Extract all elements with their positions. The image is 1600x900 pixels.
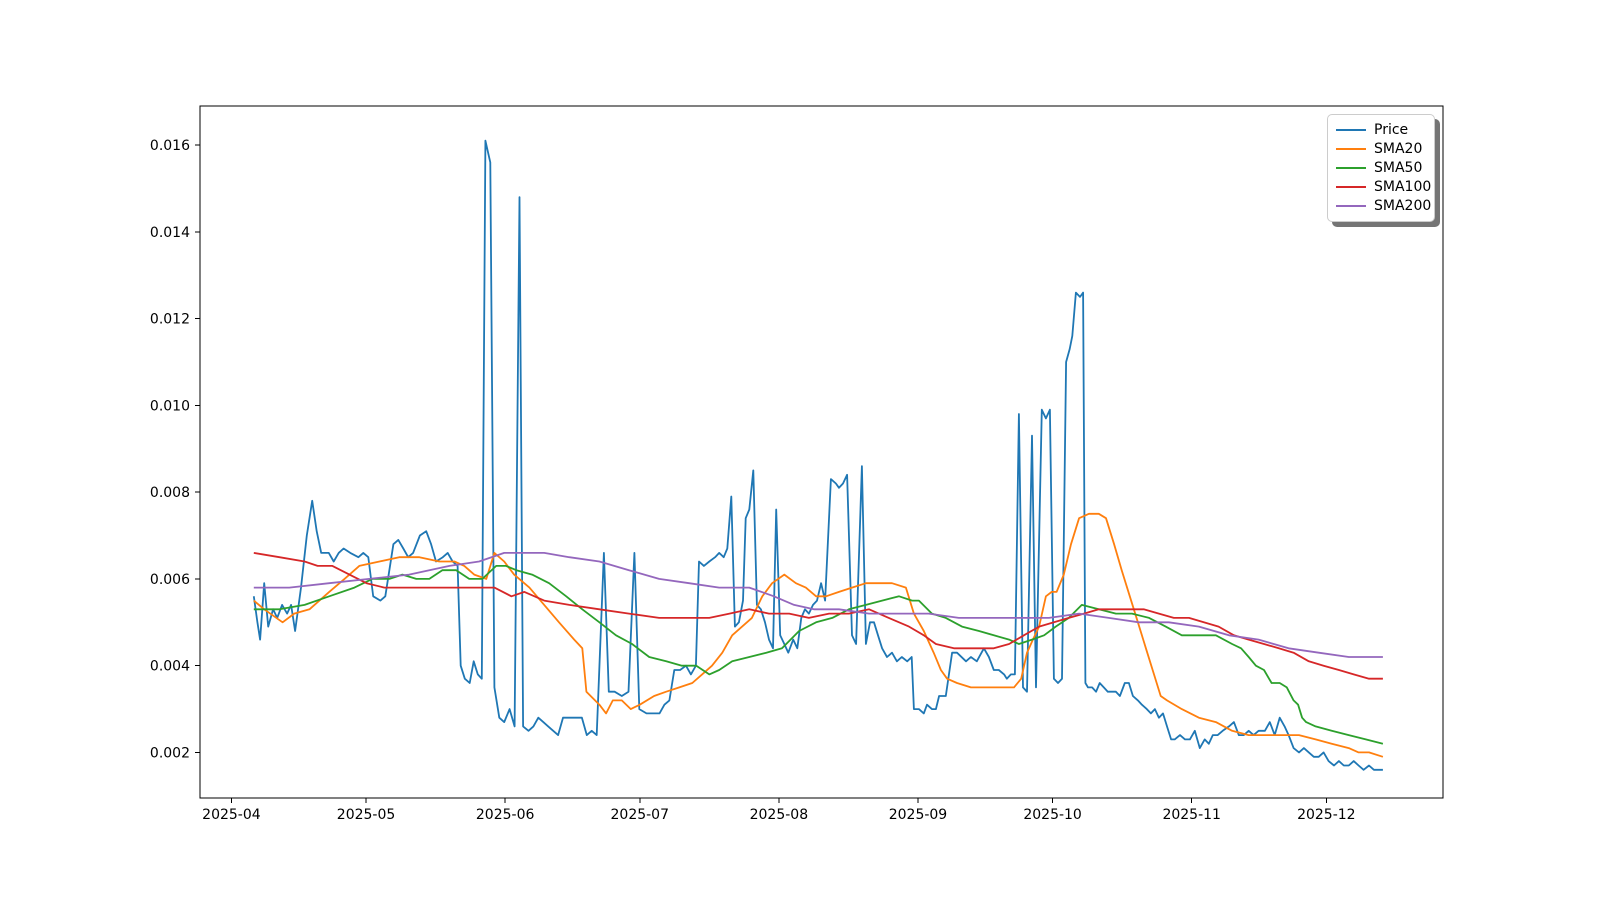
y-tick-label: 0.004 (150, 659, 190, 675)
x-tick-label: 2025-04 (202, 807, 261, 823)
series-line-sma200 (253, 552, 1383, 658)
legend-item-sma50: SMA50 (1336, 161, 1426, 175)
series-line-price (252, 139, 1383, 771)
legend-label: Price (1374, 122, 1409, 139)
legend-label: SMA20 (1374, 141, 1423, 158)
x-tick-label: 2025-10 (1023, 807, 1082, 823)
x-tick-label: 2025-08 (750, 807, 809, 823)
legend-label: SMA200 (1374, 197, 1432, 214)
legend-line-swatch (1336, 166, 1366, 169)
y-tick-label: 0.016 (150, 138, 190, 154)
legend-line-swatch (1336, 204, 1366, 207)
x-tick-label: 2025-07 (611, 807, 670, 823)
x-tick-label: 2025-06 (476, 807, 535, 823)
y-tick-label: 0.002 (150, 745, 190, 761)
legend-item-sma200: SMA200 (1336, 199, 1431, 213)
y-tick-label: 0.010 (150, 398, 190, 414)
legend-line-swatch (1336, 148, 1366, 151)
y-tick-label: 0.012 (150, 312, 190, 328)
legend-item-price: Price (1336, 123, 1426, 137)
legend-label: SMA50 (1374, 159, 1423, 176)
legend-line-swatch (1336, 129, 1366, 132)
x-tick-label: 2025-05 (337, 807, 396, 823)
legend-item-sma20: SMA20 (1336, 142, 1426, 156)
x-tick-label: 2025-11 (1162, 807, 1221, 823)
plot-frame (199, 105, 1444, 799)
legend: Price SMA20 SMA50 SMA100 SMA200 (1327, 114, 1435, 222)
y-tick-label: 0.014 (150, 225, 190, 241)
legend-line-swatch (1336, 185, 1366, 188)
figure: 2025-04 2025-05 2025-06 2025-07 2025-08 2025-… (0, 0, 1600, 900)
y-tick-label: 0.006 (150, 572, 190, 588)
legend-item-sma100: SMA100 (1336, 180, 1431, 194)
x-tick-label: 2025-09 (889, 807, 948, 823)
x-tick-label: 2025-12 (1297, 807, 1356, 823)
y-tick-label: 0.008 (150, 485, 190, 501)
legend-label: SMA100 (1374, 178, 1432, 195)
